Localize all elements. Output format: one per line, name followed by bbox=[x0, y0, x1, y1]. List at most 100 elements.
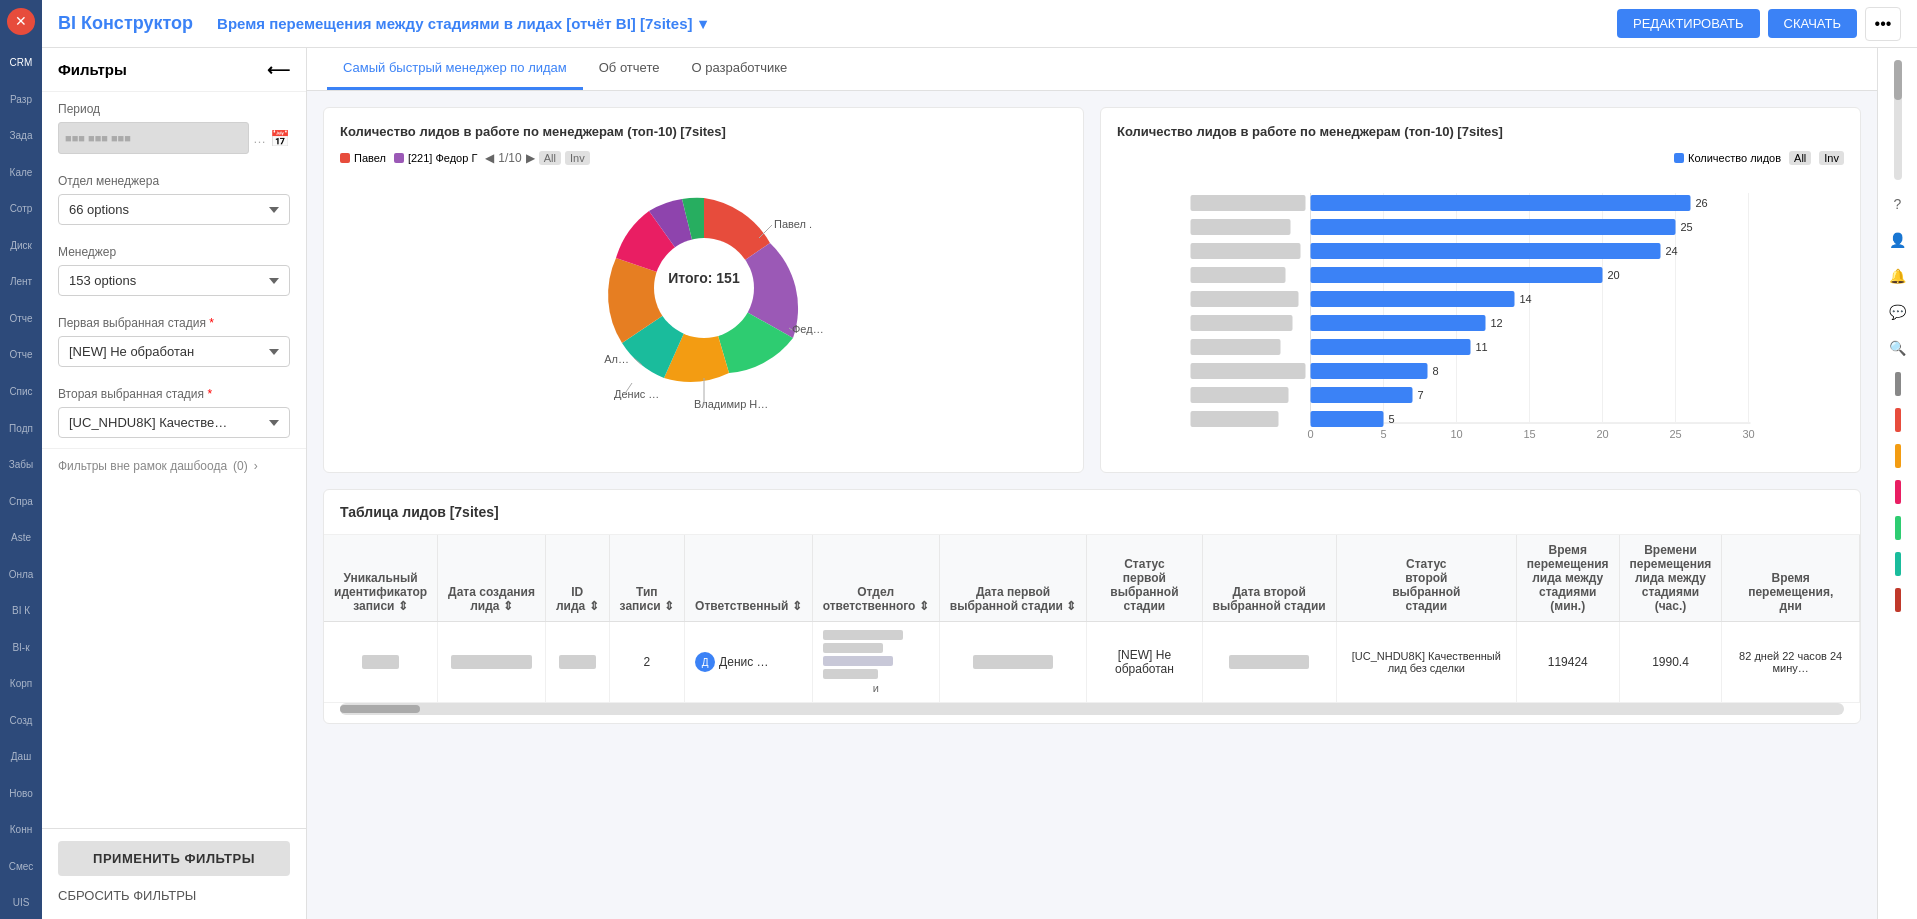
sidebar-item-podp[interactable]: Подп bbox=[4, 412, 38, 445]
bell-icon[interactable]: 🔔 bbox=[1882, 260, 1914, 292]
col-responsible[interactable]: Ответственный ⇕ bbox=[685, 535, 813, 622]
tab-about-report[interactable]: Об отчете bbox=[583, 48, 676, 90]
cell-time-hours: 1990.4 bbox=[1619, 622, 1722, 703]
period-start[interactable]: ■■■ ■■■ ■■■ bbox=[58, 122, 249, 154]
filters-outside[interactable]: Фильтры вне рамок дашбоода (0) › bbox=[42, 448, 306, 483]
bar-inv-badge[interactable]: Inv bbox=[1819, 151, 1844, 165]
pie-label-fed: Фед… bbox=[792, 323, 824, 335]
sidebar-item-bikk[interactable]: BI-к bbox=[4, 631, 38, 664]
col-status-stage1[interactable]: Статуспервойвыбраннойстадии bbox=[1087, 535, 1202, 622]
pie-label-vladimir: Владимир Н… bbox=[694, 398, 768, 410]
sidebar-item-zada[interactable]: Зада bbox=[4, 120, 38, 153]
table-title: Таблица лидов [7sites] bbox=[324, 490, 1860, 535]
collapse-filters-icon[interactable]: ⟵ bbox=[267, 60, 290, 79]
bar-label-10 bbox=[1191, 411, 1279, 427]
col-status-stage2[interactable]: Статусвторойвыбраннойстадии bbox=[1336, 535, 1516, 622]
bar-label-7 bbox=[1191, 339, 1281, 355]
dept-and: и bbox=[823, 682, 929, 694]
dropdown-icon[interactable]: ▾ bbox=[699, 15, 707, 33]
apply-filters-button[interactable]: ПРИМЕНИТЬ ФИЛЬТРЫ bbox=[58, 841, 290, 876]
pie-legend: Павел [221] Федор Г ◀ 1/10 ▶ All bbox=[340, 151, 1067, 165]
sidebar-item-korp[interactable]: Корп bbox=[4, 667, 38, 700]
bar-7 bbox=[1311, 339, 1471, 355]
sort-icon-responsible[interactable]: ⇕ bbox=[792, 599, 802, 613]
col-time-days[interactable]: Времяперемещения,дни bbox=[1722, 535, 1860, 622]
sidebar-item-zaby[interactable]: Забы bbox=[4, 448, 38, 481]
next-page-icon[interactable]: ▶ bbox=[526, 151, 535, 165]
sort-icon-dept[interactable]: ⇕ bbox=[919, 599, 929, 613]
sidebar-item-spis[interactable]: Спис bbox=[4, 375, 38, 408]
table-row: …09 …1 11:58:55 …42 2 bbox=[324, 622, 1860, 703]
sidebar-item-aste[interactable]: Aste bbox=[4, 521, 38, 554]
pie-svg: Итого: 151 Павел . Ал… Денис … Владимир … bbox=[574, 173, 834, 413]
col-dept[interactable]: Отделответственного ⇕ bbox=[812, 535, 939, 622]
sort-icon-lead-id[interactable]: ⇕ bbox=[589, 599, 599, 613]
search-icon[interactable]: 🔍 bbox=[1882, 332, 1914, 364]
sidebar-item-konn[interactable]: Конн bbox=[4, 813, 38, 846]
question-icon[interactable]: ? bbox=[1882, 188, 1914, 220]
horizontal-scrollbar[interactable] bbox=[340, 703, 1844, 715]
sidebar-item-uis[interactable]: UIS bbox=[4, 886, 38, 919]
sidebar-item-dash[interactable]: Даш bbox=[4, 740, 38, 773]
sidebar-item-bik[interactable]: BI К bbox=[4, 594, 38, 627]
logo-bi: BI bbox=[58, 13, 76, 33]
dept-blur-1 bbox=[823, 630, 903, 640]
sidebar-item-spra[interactable]: Спра bbox=[4, 485, 38, 518]
col-date-stage1[interactable]: Дата первойвыбранной стадии ⇕ bbox=[939, 535, 1087, 622]
sidebar-item-crm[interactable]: CRM bbox=[4, 47, 38, 80]
all-badge[interactable]: All bbox=[539, 151, 561, 165]
sidebar-item-disk[interactable]: Диск bbox=[4, 229, 38, 262]
sidebar-item-otche1[interactable]: Отче bbox=[4, 302, 38, 335]
download-button[interactable]: СКАЧАТЬ bbox=[1768, 9, 1857, 38]
bar-6 bbox=[1311, 315, 1486, 331]
bar-label-9 bbox=[1191, 387, 1289, 403]
bar-chart-title: Количество лидов в работе по менеджерам … bbox=[1117, 124, 1844, 139]
sort-icon-date-stage1[interactable]: ⇕ bbox=[1066, 599, 1076, 613]
stage2-select[interactable]: [UC_NHDU8K] Качестве… bbox=[58, 407, 290, 438]
sidebar-item-onla[interactable]: Онла bbox=[4, 558, 38, 591]
dept-blur-4 bbox=[823, 669, 878, 679]
more-options-button[interactable]: ••• bbox=[1865, 7, 1901, 41]
sidebar-item-sotr[interactable]: Сотр bbox=[4, 193, 38, 226]
filters-panel: Фильтры ⟵ Период ■■■ ■■■ ■■■ … 📅 Отдел м… bbox=[42, 48, 307, 919]
col-lead-id[interactable]: IDлида ⇕ bbox=[545, 535, 609, 622]
sidebar-item-novo[interactable]: Ново bbox=[4, 777, 38, 810]
sidebar-item-lent[interactable]: Лент bbox=[4, 266, 38, 299]
user-icon[interactable]: 👤 bbox=[1882, 224, 1914, 256]
period-filter: Период ■■■ ■■■ ■■■ … 📅 bbox=[42, 92, 306, 164]
sidebar-item-razr[interactable]: Разр bbox=[4, 83, 38, 116]
dept-select[interactable]: 66 options bbox=[58, 194, 290, 225]
color-strip-teal bbox=[1882, 548, 1914, 580]
sort-icon-date-created[interactable]: ⇕ bbox=[503, 599, 513, 613]
reset-filters-button[interactable]: СБРОСИТЬ ФИЛЬТРЫ bbox=[58, 884, 290, 907]
bar-all-badge[interactable]: All bbox=[1789, 151, 1811, 165]
sort-icon-unique-id[interactable]: ⇕ bbox=[398, 599, 408, 613]
vertical-scrollbar-thumb[interactable] bbox=[1894, 60, 1902, 100]
calendar-icon[interactable]: 📅 bbox=[270, 129, 290, 148]
sidebar-item-kale[interactable]: Кале bbox=[4, 156, 38, 189]
close-button[interactable]: ✕ bbox=[7, 8, 35, 35]
stage1-label: Первая выбранная стадия bbox=[58, 316, 290, 330]
chat-icon[interactable]: 💬 bbox=[1882, 296, 1914, 328]
prev-page-icon[interactable]: ◀ bbox=[485, 151, 494, 165]
table-wrapper[interactable]: Уникальный идентификатор записи ⇕ Дата с… bbox=[324, 535, 1860, 703]
sidebar-item-smes[interactable]: Смес bbox=[4, 850, 38, 883]
manager-select[interactable]: 153 options bbox=[58, 265, 290, 296]
edit-button[interactable]: РЕДАКТИРОВАТЬ bbox=[1617, 9, 1760, 38]
col-unique-id[interactable]: Уникальный идентификатор записи ⇕ bbox=[324, 535, 438, 622]
inv-badge[interactable]: Inv bbox=[565, 151, 590, 165]
period-input[interactable]: ■■■ ■■■ ■■■ … 📅 bbox=[58, 122, 290, 154]
scrollbar-thumb[interactable] bbox=[340, 705, 420, 713]
sidebar-item-otche2[interactable]: Отче bbox=[4, 339, 38, 372]
vertical-scrollbar[interactable] bbox=[1894, 60, 1902, 180]
sidebar-item-sozd[interactable]: Созд bbox=[4, 704, 38, 737]
col-time-min[interactable]: Времяперемещениялида междустадиями(мин.) bbox=[1516, 535, 1619, 622]
col-date-created[interactable]: Дата созданиялида ⇕ bbox=[438, 535, 546, 622]
tab-about-developer[interactable]: О разработчике bbox=[675, 48, 803, 90]
col-time-hours[interactable]: Времениперемещениялида междустадиями(час… bbox=[1619, 535, 1722, 622]
stage1-select[interactable]: [NEW] Не обработан bbox=[58, 336, 290, 367]
sort-icon-type[interactable]: ⇕ bbox=[664, 599, 674, 613]
col-date-stage2[interactable]: Дата второйвыбранной стадии bbox=[1202, 535, 1336, 622]
tab-fastest-manager[interactable]: Самый быстрый менеджер по лидам bbox=[327, 48, 583, 90]
col-type[interactable]: Типзаписи ⇕ bbox=[609, 535, 685, 622]
